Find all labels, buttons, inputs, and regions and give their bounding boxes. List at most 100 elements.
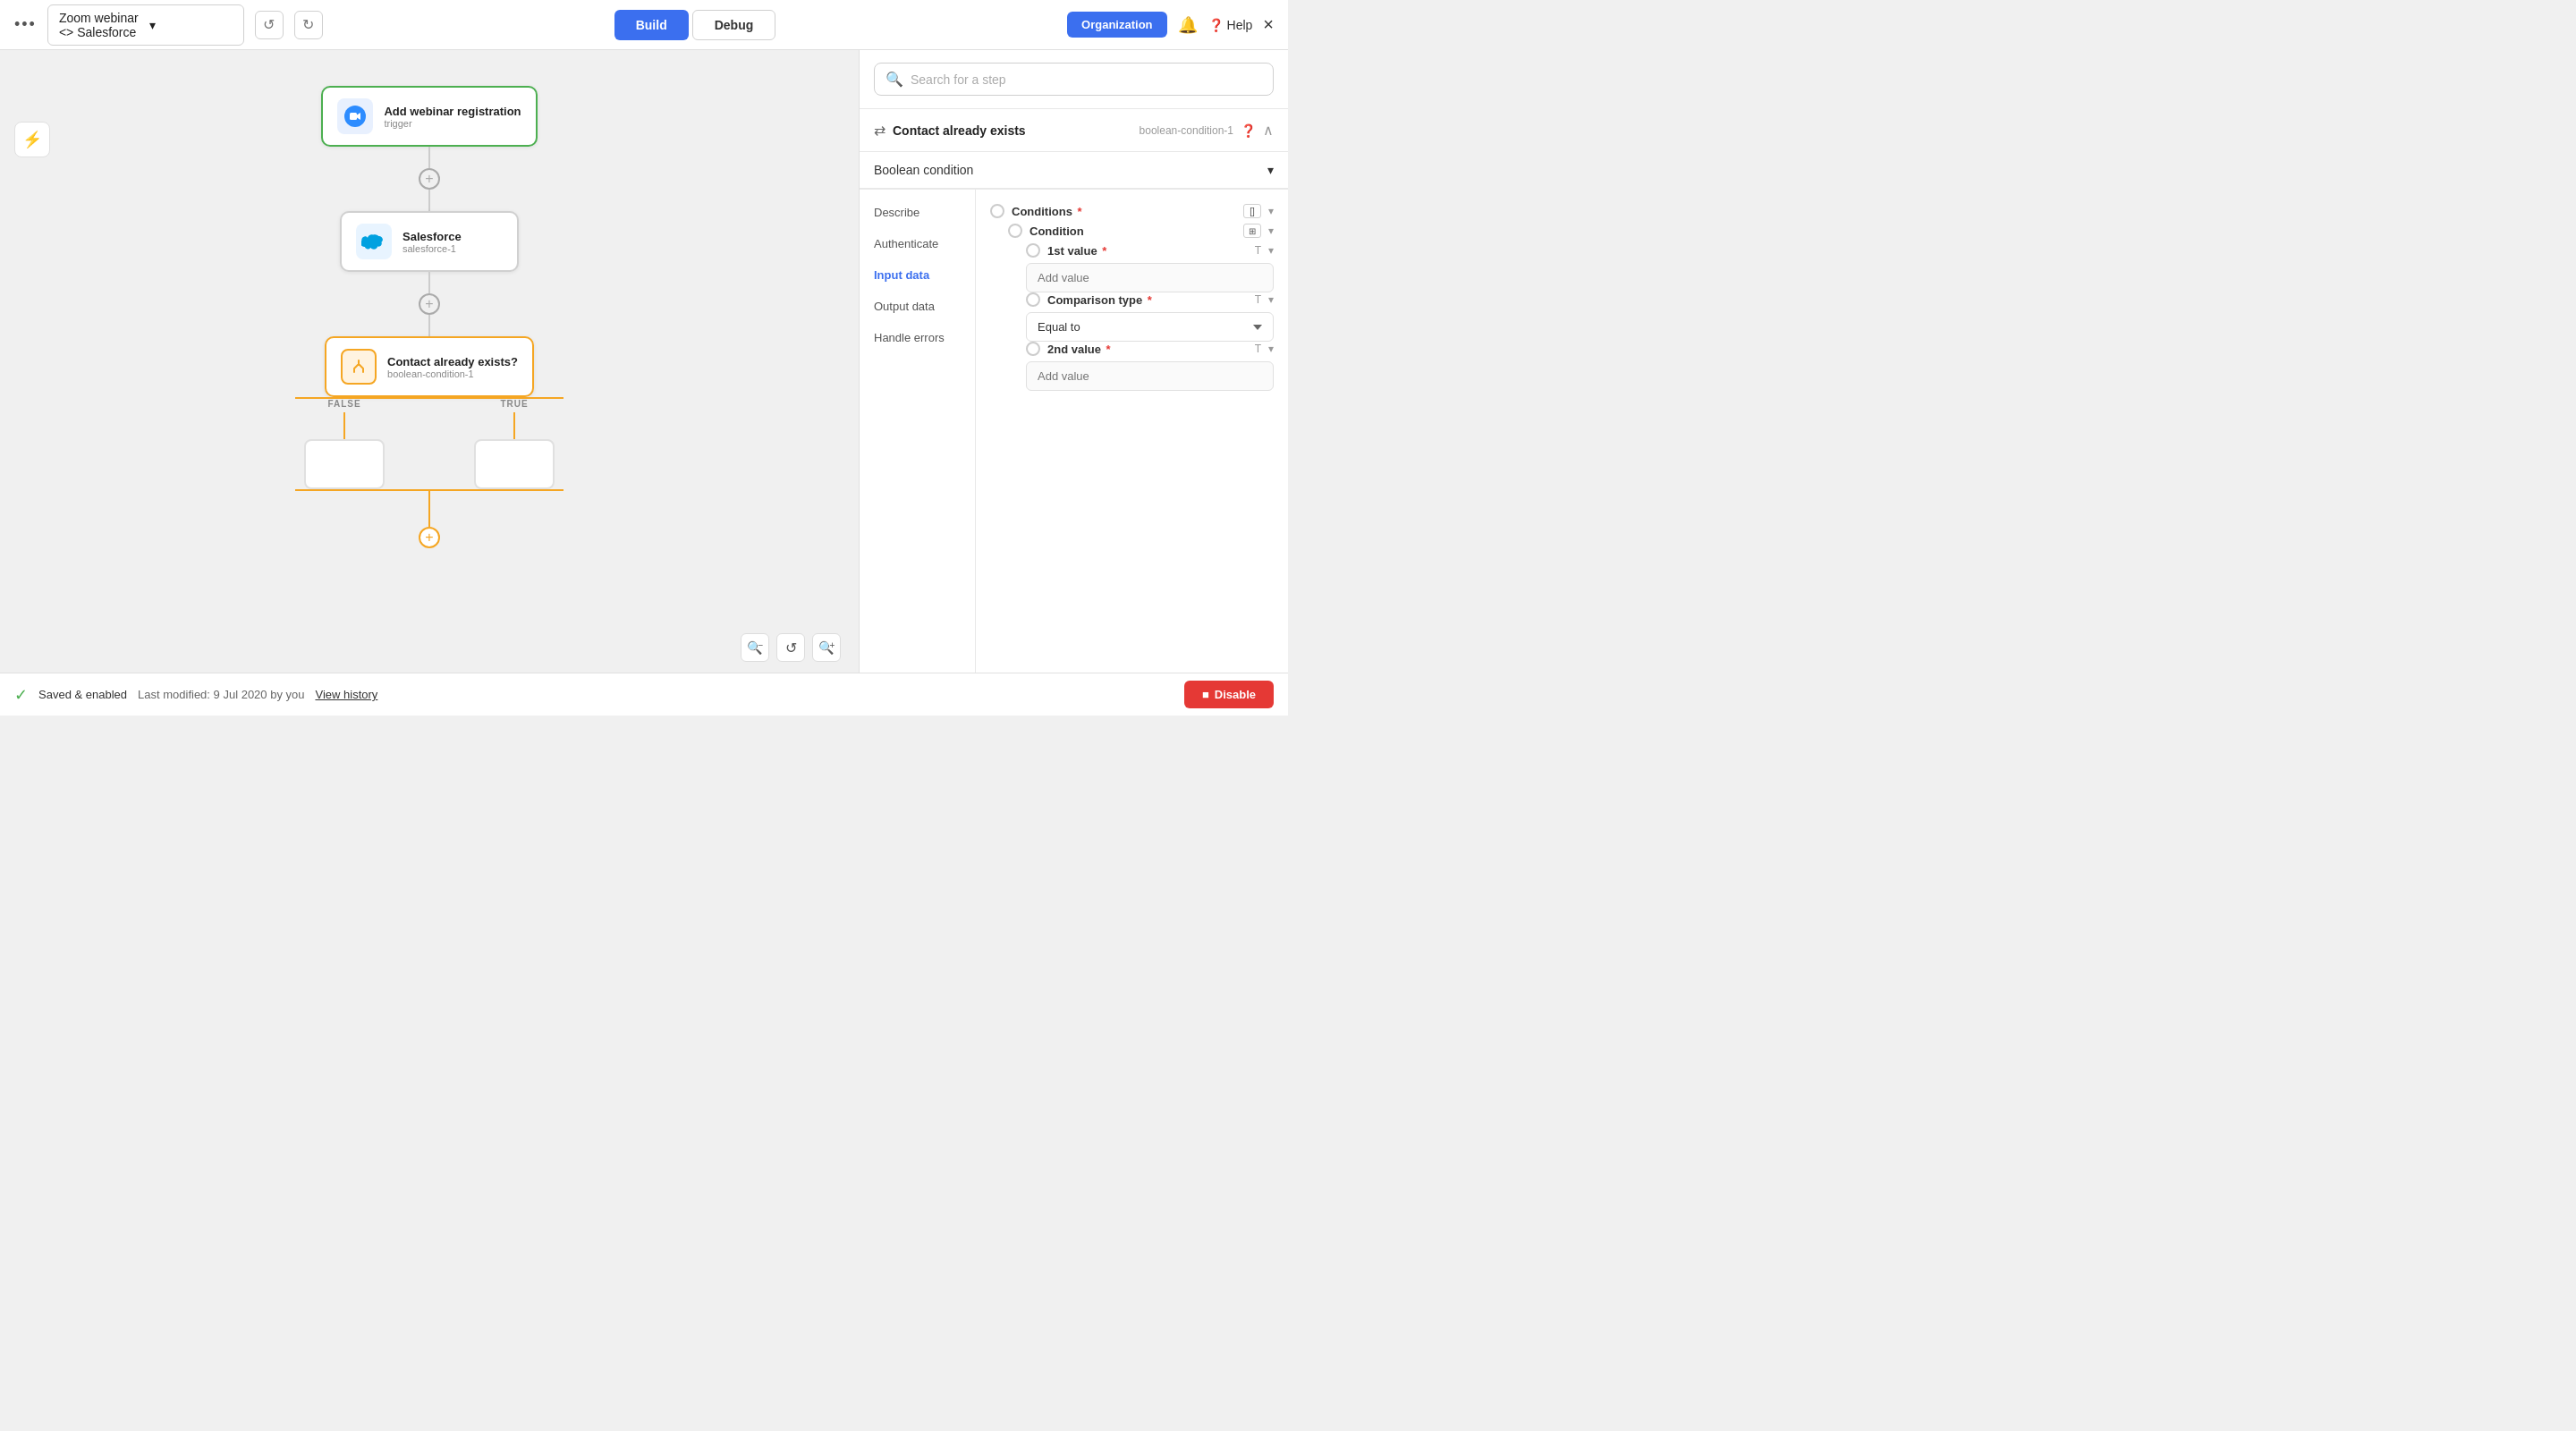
nav-input-data[interactable]: Input data <box>860 259 975 291</box>
node-condition-title: Contact already exists? <box>387 355 518 368</box>
organization-button[interactable]: Organization <box>1067 12 1166 38</box>
search-input-wrap[interactable]: 🔍 <box>874 63 1274 96</box>
redo-icon: ↻ <box>302 16 314 33</box>
menu-dots[interactable]: ••• <box>14 15 37 34</box>
node-zoom-trigger[interactable]: Add webinar registration trigger <box>321 86 537 147</box>
zoom-out-button[interactable]: 🔍− <box>741 633 769 662</box>
step-title: Contact already exists <box>893 123 1132 138</box>
comparison-type-radio[interactable] <box>1026 292 1040 307</box>
close-button[interactable]: × <box>1263 14 1274 35</box>
second-value-radio[interactable] <box>1026 342 1040 356</box>
comparison-type-label: Comparison type * <box>1047 293 1248 307</box>
node-salesforce-info: Salesforce salesforce-1 <box>402 230 462 254</box>
comparison-type-row: Comparison type * T ▾ <box>1026 292 1274 307</box>
branch-false-label: FALSE <box>327 399 360 409</box>
node-salesforce[interactable]: Salesforce salesforce-1 <box>340 211 519 272</box>
comparison-type-dropdown-icon[interactable]: ▾ <box>1268 293 1274 306</box>
canvas-content: Add webinar registration trigger + Sales… <box>0 50 859 716</box>
modified-text: Last modified: 9 Jul 2020 by you <box>138 688 304 701</box>
branch-true-label: TRUE <box>500 399 528 409</box>
add-step-1[interactable]: + <box>419 168 440 190</box>
debug-button[interactable]: Debug <box>692 10 776 40</box>
step-branch-icon: ⇄ <box>874 122 886 139</box>
branch-false: FALSE <box>304 399 385 489</box>
nav-describe[interactable]: Describe <box>860 197 975 228</box>
step-detail: ⇄ Contact already exists boolean-conditi… <box>860 109 1288 716</box>
connector-1 <box>428 147 430 168</box>
topbar: ••• Zoom webinar <> Salesforce ▾ ↺ ↻ Bui… <box>0 0 1288 50</box>
step-form: Conditions * [] ▾ Condition ⊞ ▾ <box>976 190 1288 681</box>
add-step-branch[interactable]: + <box>419 527 440 548</box>
branch-true-connector <box>513 412 515 439</box>
branch-false-box[interactable] <box>304 439 385 489</box>
branch-false-connector <box>343 412 345 439</box>
view-history-link[interactable]: View history <box>315 688 377 701</box>
comparison-type-group: Comparison type * T ▾ Equal to Not equal… <box>1008 292 1274 342</box>
conditions-field-group: Conditions * [] ▾ Condition ⊞ ▾ <box>990 204 1274 391</box>
second-value-label: 2nd value * <box>1047 343 1248 356</box>
second-value-type-icon: T <box>1255 343 1261 355</box>
undo-button[interactable]: ↺ <box>255 11 284 39</box>
build-button[interactable]: Build <box>614 10 689 40</box>
step-id: boolean-condition-1 <box>1140 124 1233 137</box>
disable-button[interactable]: ■ Disable <box>1184 681 1274 708</box>
status-text: Saved & enabled <box>38 688 127 701</box>
comparison-type-select[interactable]: Equal to Not equal to Greater than Less … <box>1026 312 1274 342</box>
condition-dropdown-icon[interactable]: ▾ <box>1268 224 1274 237</box>
step-type-chevron-icon: ▾ <box>1267 163 1274 177</box>
second-value-input[interactable] <box>1026 361 1274 391</box>
canvas-controls: 🔍− ↺ 🔍+ <box>741 633 841 662</box>
bell-icon[interactable]: 🔔 <box>1178 15 1198 35</box>
bottom-right: ■ Disable <box>1184 681 1274 708</box>
svg-rect-1 <box>350 113 357 120</box>
branch-container: FALSE TRUE + <box>295 397 564 548</box>
connector-3 <box>428 272 430 293</box>
zoom-icon <box>337 98 373 134</box>
step-help-icon[interactable]: ❓ <box>1241 123 1256 138</box>
first-value-label: 1st value * <box>1047 244 1248 258</box>
add-step-2[interactable]: + <box>419 293 440 315</box>
conditions-label: Conditions * <box>1012 205 1236 218</box>
status-check-icon: ✓ <box>14 685 28 705</box>
nav-output-data[interactable]: Output data <box>860 291 975 322</box>
second-value-required: * <box>1106 343 1111 356</box>
help-link[interactable]: ❓ Help <box>1208 18 1253 32</box>
redo-button[interactable]: ↻ <box>294 11 323 39</box>
first-value-group: 1st value * T ▾ <box>1008 243 1274 292</box>
node-condition[interactable]: Contact already exists? boolean-conditio… <box>325 336 534 397</box>
conditions-required: * <box>1078 205 1082 218</box>
nav-authenticate[interactable]: Authenticate <box>860 228 975 259</box>
first-value-dropdown-icon[interactable]: ▾ <box>1268 244 1274 257</box>
condition-field-row: Condition ⊞ ▾ <box>1008 224 1274 238</box>
condition-table-icon[interactable]: ⊞ <box>1243 224 1261 238</box>
bottom-bar: ✓ Saved & enabled Last modified: 9 Jul 2… <box>0 673 1288 716</box>
condition-radio[interactable] <box>1008 224 1022 238</box>
step-content-area: Describe Authenticate Input data Output … <box>860 189 1288 681</box>
node-zoom-info: Add webinar registration trigger <box>384 105 521 129</box>
condition-label: Condition <box>1030 224 1236 238</box>
step-collapse-icon[interactable]: ∧ <box>1263 122 1274 139</box>
nav-handle-errors[interactable]: Handle errors <box>860 322 975 353</box>
first-value-required: * <box>1102 244 1106 258</box>
salesforce-icon <box>356 224 392 259</box>
right-panel: 🔍 ⇄ Contact already exists boolean-condi… <box>859 50 1288 716</box>
branch-true-box[interactable] <box>474 439 555 489</box>
conditions-dropdown-icon[interactable]: ▾ <box>1268 205 1274 217</box>
conditions-brackets-icon[interactable]: [] <box>1243 204 1261 218</box>
workflow-nodes: Add webinar registration trigger + Sales… <box>295 86 564 548</box>
workflow-selector[interactable]: Zoom webinar <> Salesforce ▾ <box>47 4 244 46</box>
comparison-type-type-icon: T <box>1255 293 1261 306</box>
node-condition-subtitle: boolean-condition-1 <box>387 368 518 379</box>
first-value-radio[interactable] <box>1026 243 1040 258</box>
conditions-radio[interactable] <box>990 204 1004 218</box>
second-value-group: 2nd value * T ▾ <box>1008 342 1274 391</box>
step-type-label: Boolean condition <box>874 163 973 177</box>
refresh-button[interactable]: ↺ <box>776 633 805 662</box>
branch-row: FALSE TRUE <box>304 399 555 489</box>
first-value-input[interactable] <box>1026 263 1274 292</box>
zoom-in-button[interactable]: 🔍+ <box>812 633 841 662</box>
second-value-dropdown-icon[interactable]: ▾ <box>1268 343 1274 355</box>
square-icon: ■ <box>1202 688 1209 701</box>
step-type-selector[interactable]: Boolean condition ▾ <box>860 152 1288 189</box>
search-input[interactable] <box>911 72 1262 87</box>
